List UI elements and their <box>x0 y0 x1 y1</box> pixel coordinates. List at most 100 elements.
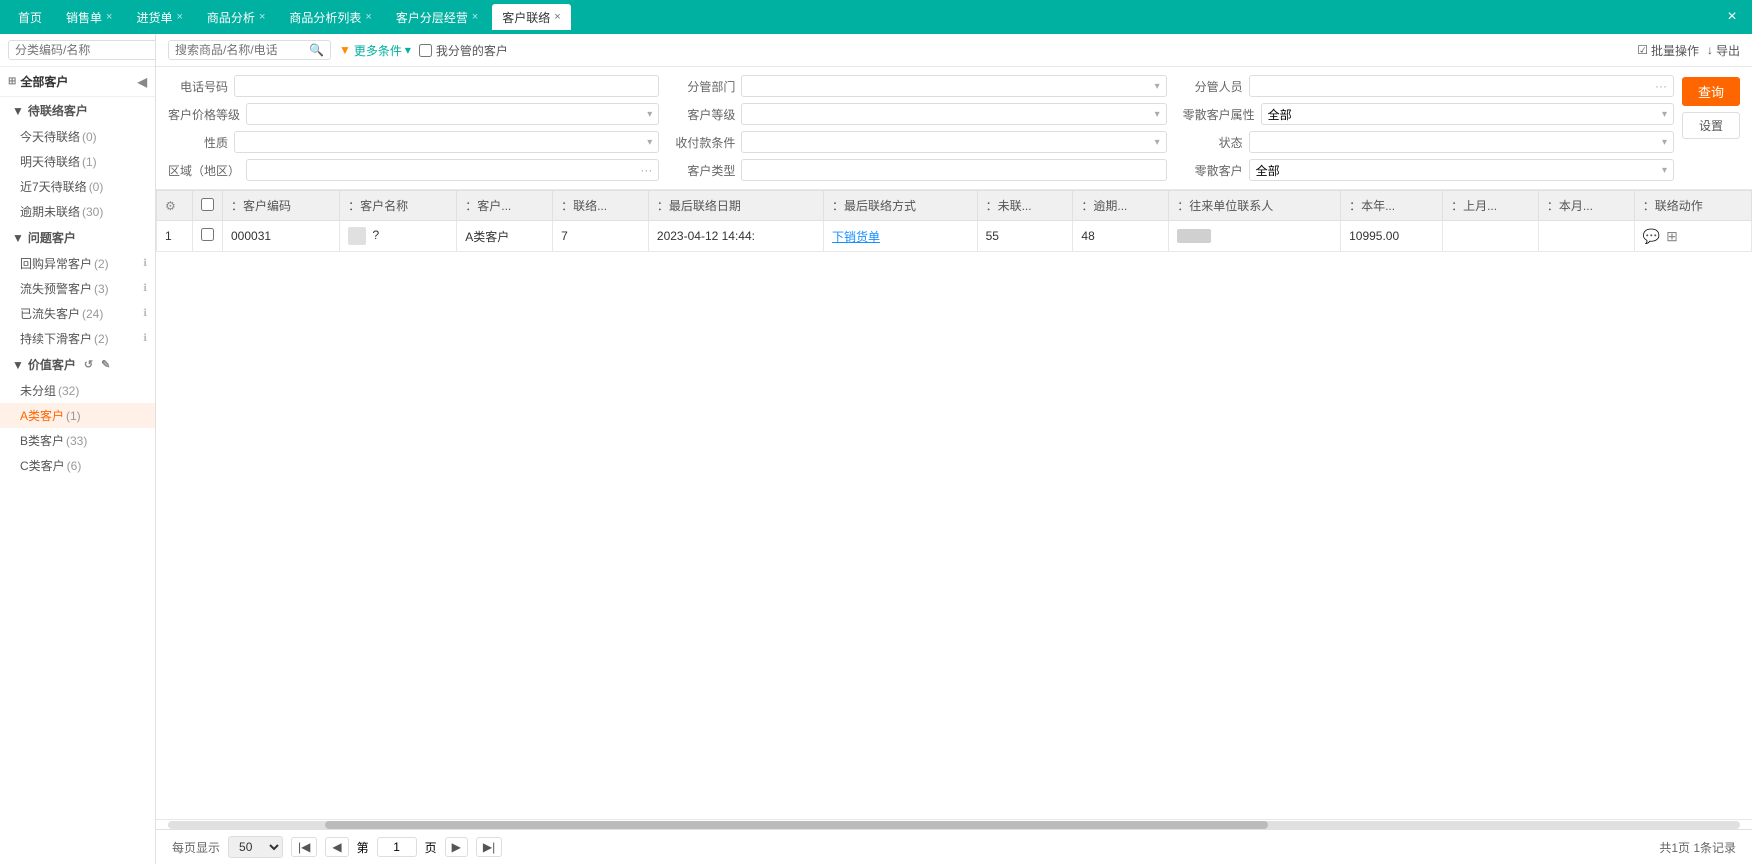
filter-search-icon[interactable]: 🔍 <box>309 43 324 57</box>
sidebar-item-tomorrow-pending[interactable]: 明天待联络 (1) <box>0 149 155 174</box>
my-customers-filter[interactable]: 我分管的客户 <box>419 42 508 59</box>
col-this-year-header[interactable]: ：本年... <box>1341 191 1443 221</box>
nav-customer-segment[interactable]: 客户分层经营 × <box>386 4 488 30</box>
close-purchase-icon[interactable]: × <box>176 11 182 23</box>
dept-input[interactable] <box>748 79 1154 93</box>
export-button[interactable]: ↓ 导出 <box>1707 42 1740 59</box>
person-input[interactable] <box>1256 79 1655 93</box>
close-contact-icon[interactable]: × <box>554 11 560 23</box>
filter-customer-level-input[interactable]: ▾ <box>741 103 1166 125</box>
filter-person: 分管人员 ··· <box>1183 75 1674 97</box>
filter-retail-attr-input[interactable]: ▾ <box>1261 103 1674 125</box>
close-sales-icon[interactable]: × <box>106 11 112 23</box>
next-page-button[interactable]: ▶ <box>445 837 468 857</box>
row-checkbox[interactable] <box>201 228 214 241</box>
sidebar-item-today-pending[interactable]: 今天待联络 (0) <box>0 124 155 149</box>
qr-action-icon[interactable]: ⊞ <box>1666 228 1678 245</box>
phone-input[interactable] <box>241 79 652 93</box>
prev-page-button[interactable]: ◀ <box>325 837 348 857</box>
filter-retail-customer-input[interactable]: ▾ <box>1249 159 1674 181</box>
last-contact-method-link[interactable]: 下销货单 <box>832 230 880 244</box>
first-page-button[interactable]: |◀ <box>291 837 317 857</box>
filter-status-input[interactable]: ▾ <box>1249 131 1674 153</box>
filter-dept-input[interactable]: ▾ <box>741 75 1166 97</box>
last-page-button[interactable]: ▶| <box>476 837 502 857</box>
cell-checkbox[interactable] <box>193 221 223 252</box>
col-level-header[interactable]: ：客户... <box>457 191 553 221</box>
sidebar-item-7days-pending[interactable]: 近7天待联络 (0) <box>0 174 155 199</box>
nav-home[interactable]: 首页 <box>8 4 52 30</box>
close-segment-icon[interactable]: × <box>472 11 478 23</box>
filter-person-input[interactable]: ··· <box>1249 75 1674 97</box>
edit-icon[interactable]: ✎ <box>101 358 110 371</box>
settings-button[interactable]: 设置 <box>1682 112 1740 139</box>
filter-nature: 性质 ▾ <box>168 131 659 153</box>
page-number-input[interactable] <box>377 837 417 857</box>
col-checkbox-header[interactable] <box>193 191 223 221</box>
filter-payment-input[interactable]: ▾ <box>741 131 1166 153</box>
col-contact-person-header[interactable]: ：往来单位联系人 <box>1169 191 1341 221</box>
status-input[interactable] <box>1256 135 1662 149</box>
filter-region-input[interactable]: ··· <box>246 159 659 181</box>
main-layout: 🔍 ⊞ 全部客户 ◀ ▼ 待联络客户 今天待联络 (0) 明天待联络 (1) 近… <box>0 34 1752 864</box>
sidebar-group-pending[interactable]: ▼ 待联络客户 <box>0 97 155 124</box>
filter-customer-type-input[interactable] <box>741 159 1166 181</box>
my-customers-checkbox[interactable] <box>419 44 432 57</box>
sidebar-item-overdue-pending[interactable]: 逾期未联络 (30) <box>0 199 155 224</box>
col-last-contact-date-header[interactable]: ：最后联络日期 <box>648 191 823 221</box>
filter-nature-input[interactable]: ▾ <box>234 131 659 153</box>
query-button[interactable]: 查询 <box>1682 77 1740 106</box>
close-analysis-list-icon[interactable]: × <box>365 11 371 23</box>
sidebar-item-class-b[interactable]: B类客户 (33) <box>0 428 155 453</box>
sidebar-item-repurchase-abnormal[interactable]: 回购异常客户 (2) ℹ <box>0 251 155 276</box>
nav-purchase[interactable]: 进货单 × <box>126 4 192 30</box>
nav-customer-contact[interactable]: 客户联络 × <box>492 4 570 30</box>
cell-index: 1 <box>157 221 193 252</box>
sidebar-item-unclassified[interactable]: 未分组 (32) <box>0 378 155 403</box>
nature-input[interactable] <box>241 135 647 149</box>
sidebar-item-class-a[interactable]: A类客户 (1) <box>0 403 155 428</box>
nav-analysis-list[interactable]: 商品分析列表 × <box>279 4 381 30</box>
col-contact-count-header[interactable]: ：联络... <box>553 191 649 221</box>
col-this-month-header[interactable]: ：本月... <box>1538 191 1634 221</box>
window-close-button[interactable]: × <box>1720 5 1744 29</box>
filter-price-level-input[interactable]: ▾ <box>246 103 659 125</box>
customer-type-input[interactable] <box>748 163 1159 177</box>
col-overdue-header[interactable]: ：逾期... <box>1073 191 1169 221</box>
sidebar-item-churned[interactable]: 已流失客户 (24) ℹ <box>0 301 155 326</box>
sidebar-group-value[interactable]: ▼ 价值客户 ↺ ✎ <box>0 351 155 378</box>
batch-ops-button[interactable]: ☑ 批量操作 <box>1637 42 1699 59</box>
customer-level-input[interactable] <box>748 107 1154 121</box>
filter-phone-input[interactable] <box>234 75 659 97</box>
col-no-contact-header[interactable]: ：未联... <box>977 191 1073 221</box>
sidebar-all-customers[interactable]: ⊞ 全部客户 ◀ <box>0 67 155 97</box>
col-last-contact-method-header[interactable]: ：最后联络方式 <box>823 191 977 221</box>
region-input[interactable] <box>253 163 640 177</box>
sidebar-item-declining[interactable]: 持续下滑客户 (2) ℹ <box>0 326 155 351</box>
payment-input[interactable] <box>748 135 1154 149</box>
retail-attr-input[interactable] <box>1268 107 1662 121</box>
filter-search-input[interactable] <box>175 43 305 57</box>
nav-sales[interactable]: 销售单 × <box>56 4 122 30</box>
price-level-input[interactable] <box>253 107 647 121</box>
close-analysis-icon[interactable]: × <box>259 11 265 23</box>
sidebar-group-problem[interactable]: ▼ 问题客户 <box>0 224 155 251</box>
chat-action-icon[interactable]: 💬 <box>1643 228 1660 245</box>
retail-customer-input[interactable] <box>1256 163 1662 177</box>
sidebar-item-class-c[interactable]: C类客户 (6) <box>0 453 155 478</box>
col-name-header[interactable]: ：客户名称 <box>340 191 457 221</box>
retail-customer-dropdown-icon: ▾ <box>1662 165 1667 176</box>
cell-last-contact-method[interactable]: 下销货单 <box>823 221 977 252</box>
refresh-icon[interactable]: ↺ <box>84 358 93 371</box>
col-gear-header[interactable]: ⚙ <box>157 191 193 221</box>
sidebar-search-input[interactable] <box>8 40 156 60</box>
select-all-checkbox[interactable] <box>201 198 214 211</box>
more-filters-btn[interactable]: ▼ 更多条件 ▾ <box>339 42 411 59</box>
col-last-month-header[interactable]: ：上月... <box>1443 191 1539 221</box>
col-action-header[interactable]: ：联络动作 <box>1634 191 1751 221</box>
sidebar-item-churn-warning[interactable]: 流失预警客户 (3) ℹ <box>0 276 155 301</box>
table-settings-icon[interactable]: ⚙ <box>165 199 176 213</box>
per-page-select[interactable]: 50 20 100 <box>228 836 283 858</box>
col-code-header[interactable]: ：客户编码 <box>223 191 340 221</box>
nav-analysis[interactable]: 商品分析 × <box>197 4 275 30</box>
